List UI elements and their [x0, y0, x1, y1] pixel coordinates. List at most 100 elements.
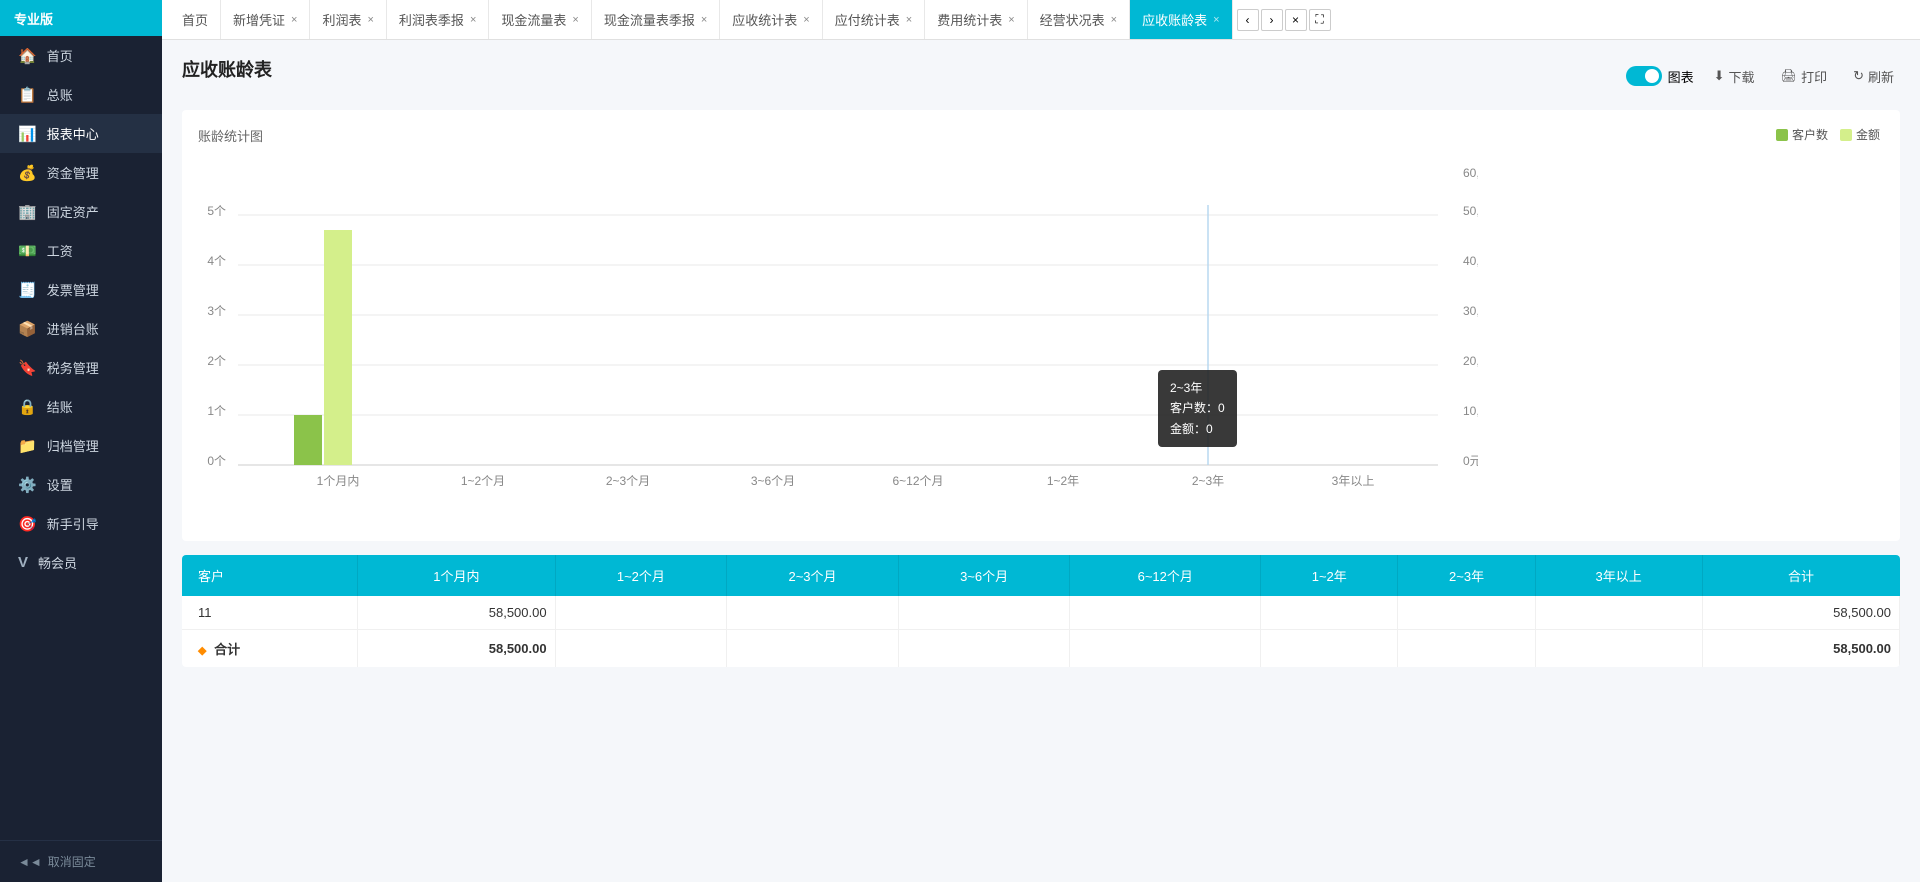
legend-customers-dot — [1776, 129, 1788, 141]
sidebar-item-asset[interactable]: 🏢 固定资产 — [0, 192, 162, 231]
tab-close-icon[interactable]: × — [572, 14, 578, 26]
sidebar-item-salary[interactable]: 💵 工资 — [0, 231, 162, 270]
tab-close-all-button[interactable]: × — [1285, 9, 1307, 31]
tab-bar: 首页 新增凭证 × 利润表 × 利润表季报 × 现金流量表 × 现金流量表季报 … — [162, 0, 1920, 40]
cell-total-m6-12 — [1070, 630, 1261, 668]
refresh-button[interactable]: ↻ 刷新 — [1847, 63, 1900, 90]
total-icon: ◆ — [198, 645, 206, 657]
cell-m1: 58,500.00 — [358, 596, 555, 630]
col-y3p: 3年以上 — [1535, 555, 1702, 596]
tab-close-icon[interactable]: × — [1008, 14, 1014, 26]
sidebar-item-ledger[interactable]: 📋 总账 — [0, 75, 162, 114]
main-area: 首页 新增凭证 × 利润表 × 利润表季报 × 现金流量表 × 现金流量表季报 … — [162, 0, 1920, 882]
col-m1: 1个月内 — [358, 555, 555, 596]
sidebar-item-label: 设置 — [47, 475, 73, 494]
svg-text:3年以上: 3年以上 — [1332, 474, 1375, 488]
tab-label: 现金流量表 — [501, 10, 566, 29]
tab-prev-button[interactable]: ‹ — [1237, 9, 1259, 31]
tab-fullscreen-button[interactable]: ⛶ — [1309, 9, 1331, 31]
sidebar-item-invoice[interactable]: 🧾 发票管理 — [0, 270, 162, 309]
tab-close-icon[interactable]: × — [1111, 14, 1117, 26]
cell-y1-2 — [1261, 596, 1398, 630]
tab-profit[interactable]: 利润表 × — [310, 0, 386, 40]
svg-text:1个: 1个 — [207, 404, 226, 418]
tab-receivable-stats[interactable]: 应收统计表 × — [720, 0, 822, 40]
data-table-wrap: 客户 1个月内 1~2个月 2~3个月 3~6个月 6~12个月 1~2年 2~… — [182, 555, 1900, 667]
cell-total-y3p — [1535, 630, 1702, 668]
tab-label: 新增凭证 — [233, 10, 285, 29]
fund-icon: 💰 — [18, 164, 37, 182]
guide-icon: 🎯 — [18, 515, 37, 533]
tab-new-voucher[interactable]: 新增凭证 × — [221, 0, 310, 40]
cell-total-m1: 58,500.00 — [358, 630, 555, 668]
refresh-icon: ↻ — [1853, 68, 1864, 84]
tab-payable-stats[interactable]: 应付统计表 × — [823, 0, 925, 40]
svg-text:0个: 0个 — [207, 454, 226, 468]
sidebar-item-home[interactable]: 🏠 首页 — [0, 36, 162, 75]
table-header-row: 客户 1个月内 1~2个月 2~3个月 3~6个月 6~12个月 1~2年 2~… — [182, 555, 1900, 596]
tab-close-icon[interactable]: × — [701, 14, 707, 26]
ledger-icon: 📋 — [18, 86, 37, 104]
tab-close-icon[interactable]: × — [803, 14, 809, 26]
print-icon: 🖨 — [1781, 68, 1798, 84]
tab-close-icon[interactable]: × — [367, 14, 373, 26]
tab-management-status[interactable]: 经营状况表 × — [1028, 0, 1130, 40]
sidebar-item-guide[interactable]: 🎯 新手引导 — [0, 504, 162, 543]
sidebar-item-fund[interactable]: 💰 资金管理 — [0, 153, 162, 192]
sidebar-item-tax[interactable]: 🔖 税务管理 — [0, 348, 162, 387]
top-bar-right: 图表 ⬇ 下载 🖨 打印 ↻ 刷新 — [1626, 63, 1900, 90]
sidebar-item-settings[interactable]: ⚙️ 设置 — [0, 465, 162, 504]
sidebar-nav: 🏠 首页 📋 总账 📊 报表中心 💰 资金管理 🏢 固定资产 💵 工资 🧾 发票… — [0, 36, 162, 840]
cell-total: 58,500.00 — [1702, 596, 1899, 630]
tab-cashflow-quarter[interactable]: 现金流量表季报 × — [592, 0, 720, 40]
tab-home[interactable]: 首页 — [170, 0, 221, 40]
sidebar-footer[interactable]: ◄◄ 取消固定 — [0, 840, 162, 882]
cell-total-m1-2 — [555, 630, 727, 668]
tab-label: 利润表 — [322, 10, 361, 29]
tab-expense-stats[interactable]: 费用统计表 × — [925, 0, 1027, 40]
tab-label: 应付统计表 — [835, 10, 900, 29]
chart-svg[interactable]: 0个 1个 2个 3个 4个 5个 0元 10,000.00元 20,000.0… — [198, 155, 1478, 525]
report-icon: 📊 — [18, 125, 37, 143]
tab-nav-buttons: ‹ › × ⛶ — [1237, 9, 1331, 31]
home-icon: 🏠 — [18, 47, 37, 65]
aging-table: 客户 1个月内 1~2个月 2~3个月 3~6个月 6~12个月 1~2年 2~… — [182, 555, 1900, 667]
legend-amount: 金额 — [1840, 126, 1880, 143]
download-label: 下载 — [1729, 67, 1755, 86]
tab-cashflow[interactable]: 现金流量表 × — [489, 0, 591, 40]
bar-green-0[interactable] — [294, 415, 322, 465]
sidebar-item-purchase[interactable]: 📦 进销台账 — [0, 309, 162, 348]
cell-total-m3-6 — [898, 630, 1070, 668]
sidebar-item-close[interactable]: 🔒 结账 — [0, 387, 162, 426]
tab-close-icon[interactable]: × — [470, 14, 476, 26]
sidebar-item-label: 进销台账 — [47, 319, 99, 338]
bar-lightgreen-0[interactable] — [324, 230, 352, 465]
sidebar-footer-label: 取消固定 — [48, 853, 96, 870]
tab-close-icon[interactable]: × — [1213, 14, 1219, 26]
cell-total-label: ◆ 合计 — [182, 630, 358, 668]
tab-close-icon[interactable]: × — [906, 14, 912, 26]
cell-m3-6 — [898, 596, 1070, 630]
chart-card: 账龄统计图 客户数 金额 0个 1个 2个 3个 — [182, 110, 1900, 541]
tab-close-icon[interactable]: × — [291, 14, 297, 26]
sidebar-item-archive[interactable]: 📁 归档管理 — [0, 426, 162, 465]
chart-toggle[interactable] — [1626, 66, 1662, 86]
sidebar-item-vip[interactable]: V 畅会员 — [0, 543, 162, 582]
cell-y2-3 — [1398, 596, 1535, 630]
svg-text:3~6个月: 3~6个月 — [751, 474, 795, 488]
print-button[interactable]: 🖨 打印 — [1775, 63, 1834, 90]
download-icon: ⬇ — [1714, 68, 1725, 84]
tab-receivable-aging[interactable]: 应收账龄表 × — [1130, 0, 1232, 40]
legend-amount-label: 金额 — [1856, 126, 1880, 143]
vip-icon: V — [18, 554, 28, 571]
cell-total-y2-3 — [1398, 630, 1535, 668]
col-m2-3: 2~3个月 — [727, 555, 899, 596]
cell-m2-3 — [727, 596, 899, 630]
svg-text:50,000.00元: 50,000.00元 — [1463, 204, 1478, 218]
sidebar-item-report[interactable]: 📊 报表中心 — [0, 114, 162, 153]
svg-text:0元: 0元 — [1463, 454, 1478, 468]
download-button[interactable]: ⬇ 下载 — [1708, 63, 1761, 90]
tab-profit-quarter[interactable]: 利润表季报 × — [387, 0, 489, 40]
tab-label: 现金流量表季报 — [604, 10, 695, 29]
tab-next-button[interactable]: › — [1261, 9, 1283, 31]
